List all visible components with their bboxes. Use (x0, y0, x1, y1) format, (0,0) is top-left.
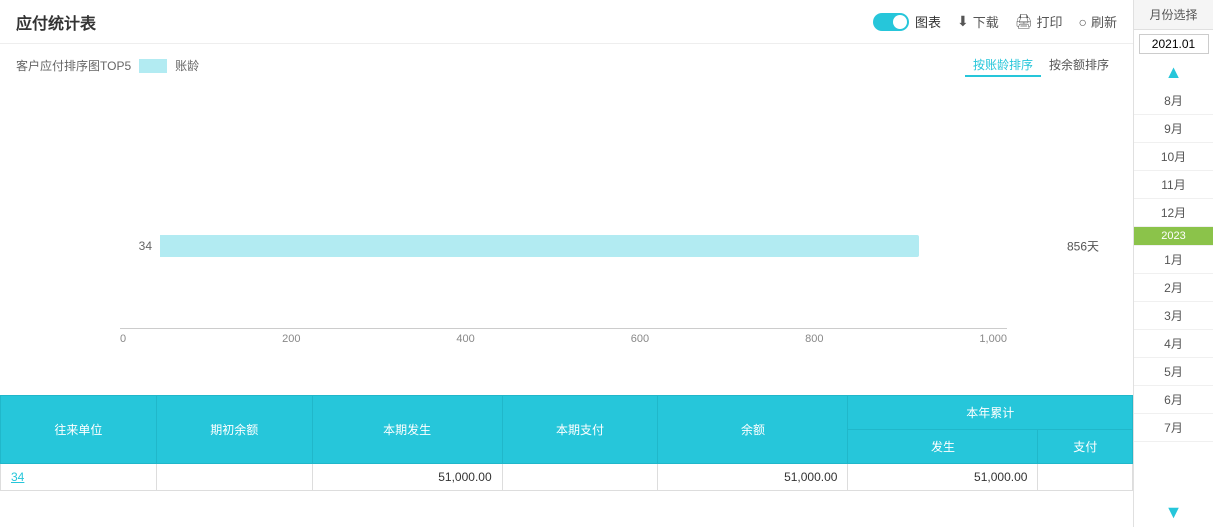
bar-fill (160, 235, 919, 257)
cell-current-pay (502, 464, 658, 491)
month-item[interactable]: 10月 (1134, 143, 1213, 171)
col-header-ytd-occur: 发生 (848, 430, 1038, 464)
bar-end-label: 856天 (1067, 238, 1099, 255)
month-list: 8月9月10月11月12月20231月2月3月4月5月6月7月 (1134, 87, 1213, 498)
legend-label: 账龄 (175, 57, 199, 74)
chart-toggle[interactable]: 图表 (873, 12, 941, 31)
sort-by-balance-button[interactable]: 按账龄排序 (965, 54, 1041, 77)
year-input[interactable] (1139, 34, 1209, 54)
month-item[interactable]: 3月 (1134, 302, 1213, 330)
chart-sort-buttons: 按账龄排序 按余额排序 (965, 54, 1117, 77)
x-tick-400: 400 (456, 333, 474, 345)
print-button[interactable]: 🖨 打印 (1015, 12, 1063, 31)
month-item[interactable]: 11月 (1134, 171, 1213, 199)
x-tick-0: 0 (120, 333, 126, 345)
month-item[interactable]: 9月 (1134, 115, 1213, 143)
col-header-current-pay: 本期支付 (502, 396, 658, 464)
bar-wrapper: 856天 (160, 235, 1047, 257)
refresh-button[interactable]: ○ 刷新 (1079, 12, 1117, 31)
refresh-icon: ○ (1079, 14, 1087, 30)
month-item[interactable]: 12月 (1134, 199, 1213, 227)
month-item[interactable]: 7月 (1134, 414, 1213, 442)
bar-row-34: 34 856天 (116, 235, 1047, 257)
col-header-unit: 往来单位 (1, 396, 157, 464)
scroll-down-arrow[interactable]: ▼ (1134, 498, 1213, 527)
table-section: 往来单位 期初余额 本期发生 本期支付 余额 本年累计 发生 支付 34 (0, 395, 1133, 527)
x-axis: 0 200 400 600 800 1,000 (120, 328, 1007, 345)
x-tick-800: 800 (805, 333, 823, 345)
x-tick-200: 200 (282, 333, 300, 345)
month-item[interactable]: 8月 (1134, 87, 1213, 115)
legend-title: 客户应付排序图TOP5 (16, 57, 131, 74)
month-item[interactable]: 6月 (1134, 386, 1213, 414)
col-header-opening: 期初余额 (156, 396, 312, 464)
month-sidebar: 月份选择 ▲ 8月9月10月11月12月20231月2月3月4月5月6月7月 ▼ (1133, 0, 1213, 527)
x-tick-1000: 1,000 (979, 333, 1007, 345)
download-label: 下载 (973, 12, 999, 31)
chart-section: 客户应付排序图TOP5 账龄 按账龄排序 按余额排序 34 (0, 44, 1133, 395)
print-label: 打印 (1037, 12, 1063, 31)
cell-ytd-occur: 51,000.00 (848, 464, 1038, 491)
header-actions: 图表 ⬇ 下载 🖨 打印 ○ 刷新 (873, 12, 1117, 31)
download-button[interactable]: ⬇ 下载 (957, 12, 999, 31)
data-table: 往来单位 期初余额 本期发生 本期支付 余额 本年累计 发生 支付 34 (0, 395, 1133, 491)
chart-legend: 客户应付排序图TOP5 账龄 (16, 57, 199, 74)
table-row: 34 51,000.00 51,000.00 51,000.00 (1, 464, 1133, 491)
col-header-ytd-pay: 支付 (1038, 430, 1133, 464)
month-item[interactable]: 2023 (1134, 227, 1213, 246)
bar-row-label: 34 (116, 239, 152, 253)
sort-by-amount-button[interactable]: 按余额排序 (1041, 54, 1117, 77)
cell-ytd-pay (1038, 464, 1133, 491)
page-title: 应付统计表 (16, 10, 96, 34)
cell-current-occur: 51,000.00 (312, 464, 502, 491)
legend-box (139, 59, 167, 73)
chart-header: 客户应付排序图TOP5 账龄 按账龄排序 按余额排序 (16, 54, 1117, 77)
cell-opening (156, 464, 312, 491)
bar-chart: 34 856天 0 200 400 600 800 1,000 (16, 85, 1117, 385)
cell-unit[interactable]: 34 (1, 464, 157, 491)
x-tick-600: 600 (631, 333, 649, 345)
month-item[interactable]: 4月 (1134, 330, 1213, 358)
month-item[interactable]: 2月 (1134, 274, 1213, 302)
month-item[interactable]: 5月 (1134, 358, 1213, 386)
toggle-thumb (893, 15, 907, 29)
scroll-up-arrow[interactable]: ▲ (1134, 58, 1213, 87)
toggle-track[interactable] (873, 13, 909, 31)
refresh-label: 刷新 (1091, 12, 1117, 31)
col-header-ytd: 本年累计 (848, 396, 1133, 430)
download-icon: ⬇ (957, 13, 969, 30)
col-header-current-occur: 本期发生 (312, 396, 502, 464)
page-header: 应付统计表 图表 ⬇ 下载 🖨 打印 ○ 刷新 (0, 0, 1133, 44)
print-icon: 🖨 (1015, 13, 1033, 30)
sidebar-header: 月份选择 (1134, 0, 1213, 30)
toggle-label: 图表 (915, 12, 941, 31)
col-header-balance: 余额 (658, 396, 848, 464)
cell-balance: 51,000.00 (658, 464, 848, 491)
chart-inner: 34 856天 0 200 400 600 800 1,000 (76, 95, 1057, 345)
month-item[interactable]: 1月 (1134, 246, 1213, 274)
